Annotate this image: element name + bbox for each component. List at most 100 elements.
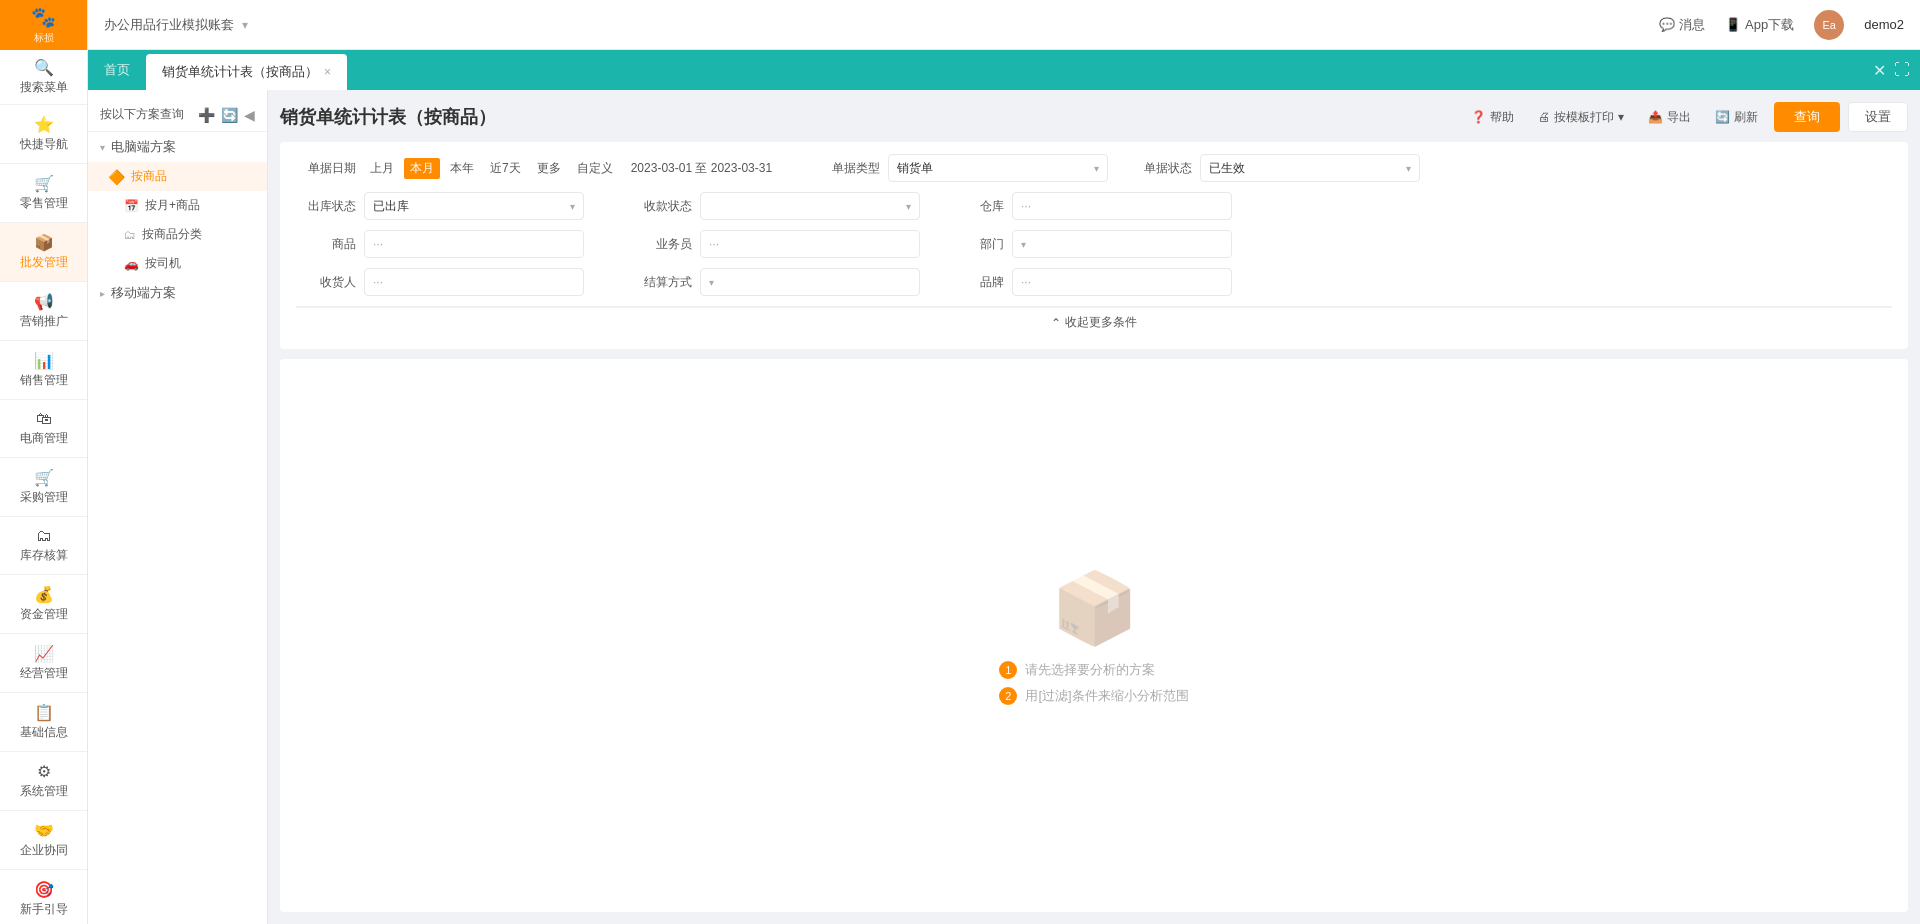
date-range-value: 2023-03-01 至 2023-03-31 <box>631 160 772 177</box>
sidebar-item-search-label: 搜索菜单 <box>20 79 68 96</box>
type-value: 销货单 <box>897 160 933 177</box>
sidebar-item-retail[interactable]: 🛒 零售管理 <box>0 164 87 223</box>
type-select[interactable]: 销货单 ▾ <box>888 154 1108 182</box>
export-btn[interactable]: 📤 导出 <box>1640 105 1699 130</box>
avatar[interactable]: Ea <box>1814 10 1844 40</box>
status-value: 已生效 <box>1209 160 1245 177</box>
date-filter: 上月 本月 本年 近7天 更多 自定义 2023-03-01 至 2023-03… <box>364 154 772 182</box>
driver-icon: 🚗 <box>124 257 139 271</box>
topbar-left: 办公用品行业模拟账套 ▾ <box>104 16 248 34</box>
sidebar-item-operations[interactable]: 📈 经营管理 <box>0 634 87 693</box>
receiver-select[interactable]: ··· <box>364 268 584 296</box>
operations-icon: 📈 <box>34 644 54 663</box>
tree-sub-monthly-goods-label: 按月+商品 <box>145 197 200 214</box>
wholesale-icon: 📦 <box>34 233 54 252</box>
storage-select[interactable]: ··· <box>1012 192 1232 220</box>
sidebar-item-basic[interactable]: 📋 基础信息 <box>0 693 87 752</box>
staff-dots[interactable]: ··· <box>709 237 719 251</box>
tab-home[interactable]: 首页 <box>88 50 146 90</box>
refresh-plan-icon[interactable]: 🔄 <box>221 107 238 123</box>
storage-label: 仓库 <box>944 198 1004 215</box>
goods-select[interactable]: ··· <box>364 230 584 258</box>
date-tab-last-month[interactable]: 上月 <box>364 158 400 179</box>
tree-item-by-goods[interactable]: 🔶 按商品 <box>88 162 267 191</box>
tree-mobile-arrow: ▸ <box>100 288 105 299</box>
tabbar-right: ✕ ⛶ <box>1863 61 1920 80</box>
date-tab-custom[interactable]: 自定义 <box>571 158 619 179</box>
logo[interactable]: 🐾 标损 <box>0 0 87 50</box>
monthly-goods-icon: 📅 <box>124 199 139 213</box>
set-button[interactable]: 设置 <box>1848 102 1908 132</box>
empty-tip-2: 2 用[过滤]条件来缩小分析范围 <box>999 687 1188 705</box>
tree-group-pc-label: 电脑端方案 <box>111 138 176 156</box>
tree-sub-goods-category[interactable]: 🗂 按商品分类 <box>88 220 267 249</box>
tab-close-icon[interactable]: × <box>324 65 331 79</box>
message-icon: 💬 <box>1659 17 1675 32</box>
sidebar-item-marketing[interactable]: 📢 营销推广 <box>0 282 87 341</box>
app-download-btn[interactable]: 📱 App下载 <box>1725 16 1794 34</box>
dept-select[interactable]: ▾ <box>1012 230 1232 258</box>
sidebar-item-wholesale[interactable]: 📦 批发管理 <box>0 223 87 282</box>
export-label: 导出 <box>1667 109 1691 126</box>
search-icon: 🔍 <box>34 58 54 77</box>
help-btn[interactable]: ❓ 帮助 <box>1463 105 1522 130</box>
sidebar-item-quicknav[interactable]: ⭐ 快捷导航 <box>0 105 87 164</box>
avatar-initials: Ea <box>1823 19 1836 31</box>
payment-select[interactable]: ▾ <box>700 192 920 220</box>
sidebar-item-newguide-label: 新手引导 <box>20 901 68 918</box>
template-print-btn[interactable]: 🖨 按模板打印 ▾ <box>1530 105 1632 130</box>
refresh-btn[interactable]: 🔄 刷新 <box>1707 105 1766 130</box>
refresh-label: 刷新 <box>1734 109 1758 126</box>
brand-select[interactable]: ··· <box>1012 268 1232 296</box>
tab-sales-report[interactable]: 销货单统计计表（按商品） × <box>146 54 347 90</box>
message-btn[interactable]: 💬 消息 <box>1659 16 1705 34</box>
sidebar-item-system[interactable]: ⚙ 系统管理 <box>0 752 87 811</box>
sidebar-item-purchase[interactable]: 🛒 采购管理 <box>0 458 87 517</box>
system-icon: ⚙ <box>37 762 51 781</box>
collapse-panel-icon[interactable]: ◀ <box>244 107 255 123</box>
date-tab-current-month[interactable]: 本月 <box>404 158 440 179</box>
date-tab-7days[interactable]: 近7天 <box>484 158 527 179</box>
sidebar-item-enterprise[interactable]: 🤝 企业协同 <box>0 811 87 870</box>
warehouse-label: 出库状态 <box>296 198 356 215</box>
print-icon: 🖨 <box>1538 110 1550 124</box>
staff-select[interactable]: ··· <box>700 230 920 258</box>
purchase-icon: 🛒 <box>34 468 54 487</box>
sidebar-item-sales[interactable]: 📊 销售管理 <box>0 341 87 400</box>
storage-dots[interactable]: ··· <box>1021 199 1031 213</box>
page-actions: ❓ 帮助 🖨 按模板打印 ▾ 📤 导出 🔄 刷新 <box>1463 102 1908 132</box>
date-tab-current-year[interactable]: 本年 <box>444 158 480 179</box>
tree-group-mobile[interactable]: ▸ 移动端方案 <box>88 278 267 308</box>
sales-icon: 📊 <box>34 351 54 370</box>
receiver-dots[interactable]: ··· <box>373 275 383 289</box>
brand-dots[interactable]: ··· <box>1021 275 1031 289</box>
tab-sales-report-label: 销货单统计计表（按商品） <box>162 63 318 81</box>
warehouse-select[interactable]: 已出库 ▾ <box>364 192 584 220</box>
page-title: 销货单统计计表（按商品） <box>280 105 496 129</box>
add-plan-icon[interactable]: ➕ <box>198 107 215 123</box>
tree-group-pc[interactable]: ▾ 电脑端方案 <box>88 132 267 162</box>
date-tab-more[interactable]: 更多 <box>531 158 567 179</box>
sidebar-item-inventory[interactable]: 🗂 库存核算 <box>0 517 87 575</box>
tab-maximize-icon[interactable]: ⛶ <box>1894 61 1910 79</box>
message-label: 消息 <box>1679 16 1705 34</box>
basic-icon: 📋 <box>34 703 54 722</box>
topbar-right: 💬 消息 📱 App下载 Ea demo2 <box>1659 10 1904 40</box>
settlement-select[interactable]: ▾ <box>700 268 920 296</box>
tree-sub-goods-category-label: 按商品分类 <box>142 226 202 243</box>
sidebar-item-newguide[interactable]: 🎯 新手引导 <box>0 870 87 924</box>
tree-sub-monthly-goods[interactable]: 📅 按月+商品 <box>88 191 267 220</box>
tab-close-all-icon[interactable]: ✕ <box>1873 61 1886 80</box>
collapse-btn[interactable]: ⌃ 收起更多条件 <box>296 307 1892 337</box>
tree-sub-driver[interactable]: 🚗 按司机 <box>88 249 267 278</box>
query-button[interactable]: 查询 <box>1774 102 1840 132</box>
filter-row-4: 收货人 ··· 结算方式 ▾ 品牌 ··· <box>296 268 1892 296</box>
goods-dots[interactable]: ··· <box>373 237 383 251</box>
topbar-dropdown-arrow[interactable]: ▾ <box>242 18 248 32</box>
status-select[interactable]: 已生效 ▾ <box>1200 154 1420 182</box>
sidebar-item-search[interactable]: 🔍 搜索菜单 <box>0 50 87 105</box>
date-tabs: 上月 本月 本年 近7天 更多 自定义 <box>364 158 619 179</box>
sidebar-item-finance[interactable]: 💰 资金管理 <box>0 575 87 634</box>
topbar: 办公用品行业模拟账套 ▾ 💬 消息 📱 App下载 Ea demo2 <box>88 0 1920 50</box>
sidebar-item-ecommerce[interactable]: 🛍 电商管理 <box>0 400 87 458</box>
